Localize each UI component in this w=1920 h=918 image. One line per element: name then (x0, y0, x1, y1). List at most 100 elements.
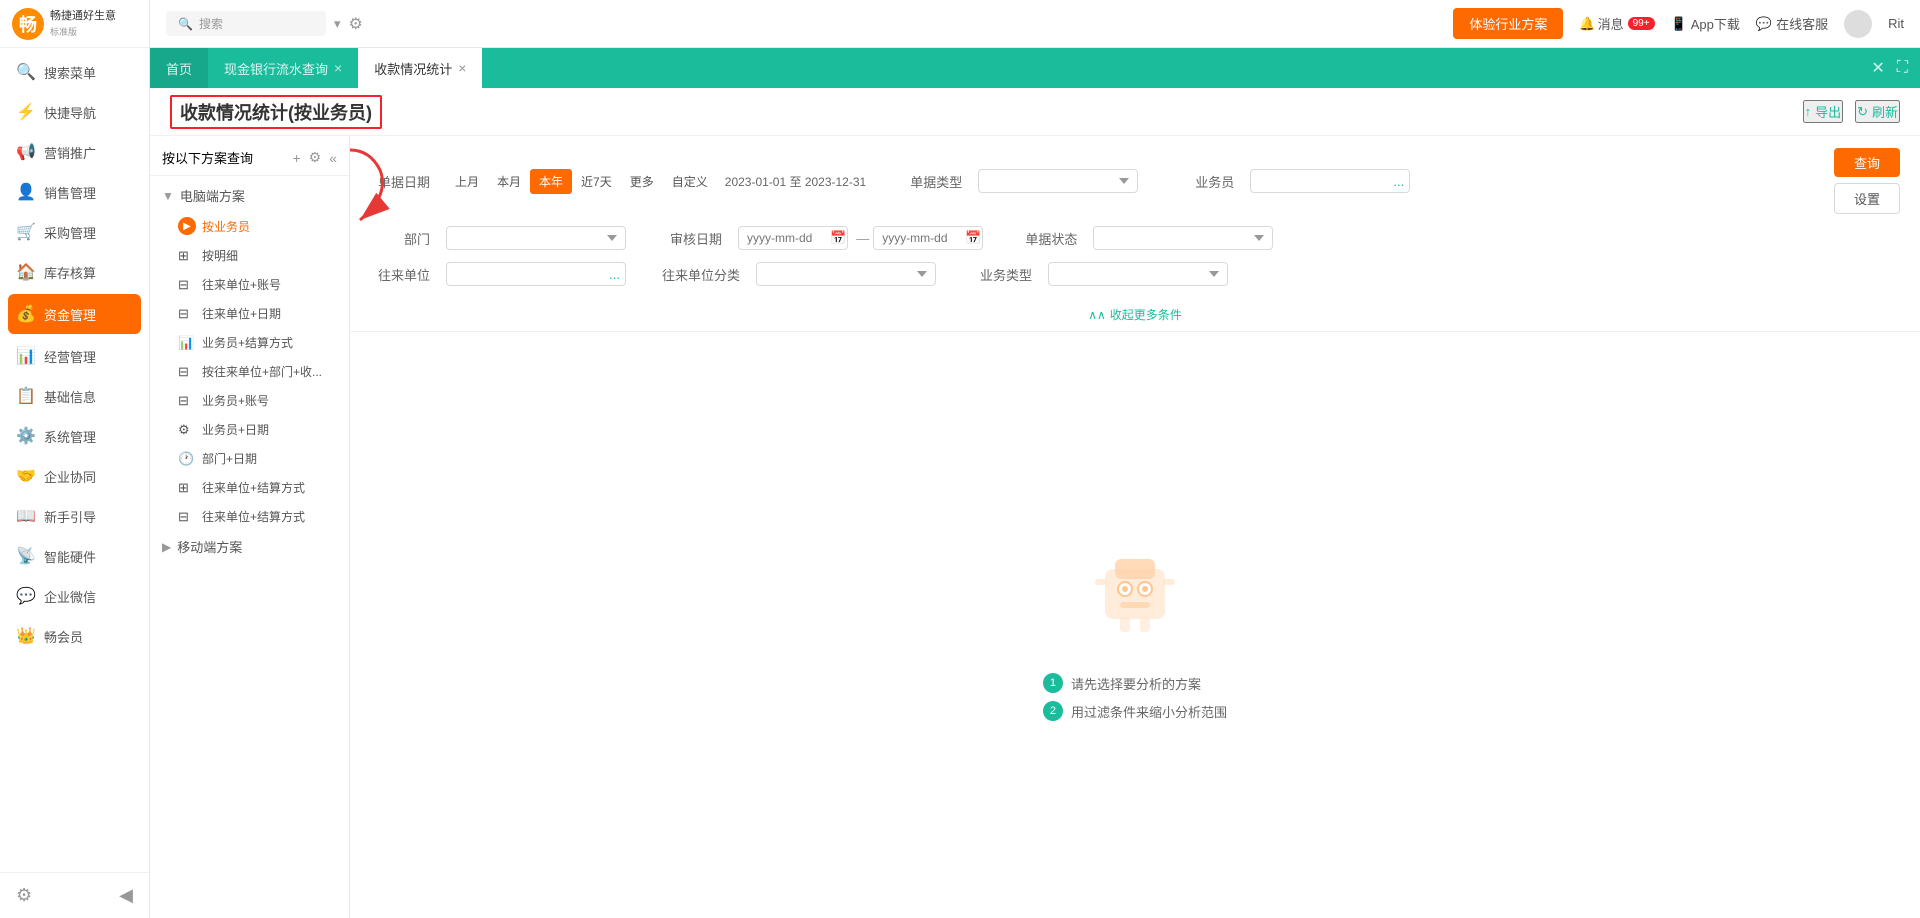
date-tab-more[interactable]: 更多 (621, 169, 663, 194)
date-tab-last-month[interactable]: 上月 (446, 169, 488, 194)
unit-settle2-icon: ⊟ (178, 509, 196, 525)
scheme-item-mingxi[interactable]: ⊞ 按明细 (150, 241, 349, 270)
notification-label: 消息 (1598, 14, 1624, 33)
scheme-settings-button[interactable]: ⚙ (309, 149, 322, 166)
doc-status-select[interactable] (1093, 226, 1273, 250)
tab-bank[interactable]: 现金银行流水查询 × (208, 48, 358, 88)
review-date-range: 📅 — 📅 (738, 226, 981, 250)
tab-bank-close[interactable]: × (334, 60, 342, 76)
notification-icon: 🔔 (1579, 16, 1595, 32)
sidebar-item-corp[interactable]: 🤝 企业协同 (0, 456, 149, 496)
sidebar-item-system[interactable]: ⚙️ 系统管理 (0, 416, 149, 456)
sidebar-item-search[interactable]: 🔍 搜索菜单 (0, 52, 149, 92)
scheme-dept-date-label: 部门+日期 (202, 450, 257, 467)
tab-close-all-icon[interactable]: ✕ (1871, 58, 1884, 78)
scheme-item-unit-date[interactable]: ⊟ 往来单位+日期 (150, 299, 349, 328)
online-service-area[interactable]: 💬 在线客服 (1756, 14, 1828, 33)
partner-input[interactable] (446, 262, 626, 286)
query-button[interactable]: 查询 (1834, 148, 1900, 177)
dept-select[interactable] (446, 226, 626, 250)
tab-home[interactable]: 首页 (150, 48, 208, 88)
partner-input-area: ... (446, 262, 626, 286)
user-avatar[interactable] (1844, 10, 1872, 38)
settings-button[interactable]: 设置 (1834, 183, 1900, 214)
calendar-to-icon[interactable]: 📅 (965, 230, 981, 246)
app-download-area[interactable]: 📱 App下载 (1671, 14, 1740, 33)
top-header: 🔍 搜索 ▾ ⚙ 体验行业方案 🔔 消息 99+ 📱 App下载 💬 (150, 0, 1920, 48)
sales-icon: 👤 (16, 182, 36, 202)
export-icon: ↑ (1805, 104, 1812, 119)
scheme-group-mobile[interactable]: ▶ 移动端方案 (150, 531, 349, 562)
partner-ellipsis[interactable]: ... (609, 267, 620, 282)
scheme-salesman-settle-label: 业务员+结算方式 (202, 334, 293, 351)
scheme-item-unit-dept[interactable]: ⊟ 按往来单位+部门+收... (150, 357, 349, 386)
header-search[interactable]: 🔍 搜索 (166, 11, 326, 36)
basic-icon: 📋 (16, 386, 36, 406)
logo-icon: 畅 (12, 8, 44, 40)
empty-state: 1 请先选择要分析的方案 2 用过滤条件来缩小分析范围 (350, 332, 1920, 918)
sidebar-item-basic[interactable]: 📋 基础信息 (0, 376, 149, 416)
scheme-item-salesman[interactable]: ▶ 按业务员 (150, 211, 349, 241)
sidebar-item-guide[interactable]: 📖 新手引导 (0, 496, 149, 536)
doc-type-label: 单据类型 (902, 172, 962, 191)
hardware-icon: 📡 (16, 546, 36, 566)
refresh-icon: ↻ (1857, 104, 1868, 120)
scheme-unit-account-label: 往来单位+账号 (202, 276, 281, 293)
scheme-item-unit-settle2[interactable]: ⊟ 往来单位+结算方式 (150, 502, 349, 531)
date-label: 单据日期 (370, 172, 430, 191)
date-tab-custom[interactable]: 自定义 (663, 169, 717, 194)
dept-date-icon: 🕐 (178, 451, 196, 467)
right-panel: 单据日期 上月 本月 本年 近7天 更多 自定义 2023-01-01 至 20… (350, 136, 1920, 918)
try-industry-button[interactable]: 体验行业方案 (1453, 8, 1563, 39)
collapse-panel-button[interactable]: « (329, 150, 337, 166)
sidebar-nav: 🔍 搜索菜单 ⚡ 快捷导航 📢 营销推广 👤 销售管理 🛒 采购管理 🏠 库存核… (0, 48, 149, 872)
scheme-salesman-date-label: 业务员+日期 (202, 421, 269, 438)
sidebar-item-business[interactable]: 📊 经营管理 (0, 336, 149, 376)
gear-icon-header[interactable]: ⚙ (349, 14, 363, 34)
dept-label: 部门 (370, 229, 430, 248)
scheme-item-dept-date[interactable]: 🕐 部门+日期 (150, 444, 349, 473)
date-tab-this-month[interactable]: 本月 (488, 169, 530, 194)
scheme-item-unit-settle1[interactable]: ⊞ 往来单位+结算方式 (150, 473, 349, 502)
add-scheme-button[interactable]: + (292, 150, 300, 166)
scheme-item-salesman-date[interactable]: ⚙ 业务员+日期 (150, 415, 349, 444)
tip-num-2: 2 (1043, 701, 1063, 721)
biz-type-select[interactable] (1048, 262, 1228, 286)
date-tab-7days[interactable]: 近7天 (572, 169, 621, 194)
filter-row-2: 部门 审核日期 📅 — 📅 (370, 226, 1900, 250)
tab-collection-close[interactable]: × (458, 60, 466, 76)
collapse-more-button[interactable]: ∧∧ 收起更多条件 (370, 298, 1900, 331)
scheme-item-salesman-account[interactable]: ⊟ 业务员+账号 (150, 386, 349, 415)
doc-type-select[interactable] (978, 169, 1138, 193)
system-icon: ⚙️ (16, 426, 36, 446)
collapse-bottom-icon[interactable]: ◀ (119, 885, 133, 906)
sidebar-item-purchase[interactable]: 🛒 采购管理 (0, 212, 149, 252)
sidebar-item-sales[interactable]: 👤 销售管理 (0, 172, 149, 212)
wechat-icon: 💬 (16, 586, 36, 606)
notification-area[interactable]: 🔔 消息 99+ (1579, 14, 1654, 33)
tab-collection[interactable]: 收款情况统计 × (358, 48, 482, 88)
scheme-item-salesman-settle[interactable]: 📊 业务员+结算方式 (150, 328, 349, 357)
calendar-from-icon[interactable]: 📅 (830, 230, 846, 246)
sidebar-item-quicknav[interactable]: ⚡ 快捷导航 (0, 92, 149, 132)
sidebar-item-hardware[interactable]: 📡 智能硬件 (0, 536, 149, 576)
export-button[interactable]: ↑ 导出 (1803, 100, 1844, 123)
sidebar-item-finance[interactable]: 💰 资金管理 (8, 294, 141, 334)
partner-category-select[interactable] (756, 262, 936, 286)
scheme-group-desktop[interactable]: ▼ 电脑端方案 (150, 180, 349, 211)
sidebar-item-wechat[interactable]: 💬 企业微信 (0, 576, 149, 616)
sidebar-item-marketing[interactable]: 📢 营销推广 (0, 132, 149, 172)
corp-icon: 🤝 (16, 466, 36, 486)
tab-fullscreen-icon[interactable]: ⛶ (1897, 59, 1908, 77)
main-area: 🔍 搜索 ▾ ⚙ 体验行业方案 🔔 消息 99+ 📱 App下载 💬 (150, 0, 1920, 918)
chevron-down-icon: ▾ (334, 16, 341, 32)
refresh-button[interactable]: ↻ 刷新 (1855, 100, 1900, 123)
salesman-input[interactable] (1250, 169, 1410, 193)
salesman-ellipsis[interactable]: ... (1393, 174, 1404, 189)
settings-bottom-icon[interactable]: ⚙ (16, 885, 32, 906)
scheme-unit-settle2-label: 往来单位+结算方式 (202, 508, 305, 525)
sidebar-item-member[interactable]: 👑 畅会员 (0, 616, 149, 656)
sidebar-item-inventory[interactable]: 🏠 库存核算 (0, 252, 149, 292)
date-tab-this-year[interactable]: 本年 (530, 169, 572, 194)
scheme-item-unit-account[interactable]: ⊟ 往来单位+账号 (150, 270, 349, 299)
